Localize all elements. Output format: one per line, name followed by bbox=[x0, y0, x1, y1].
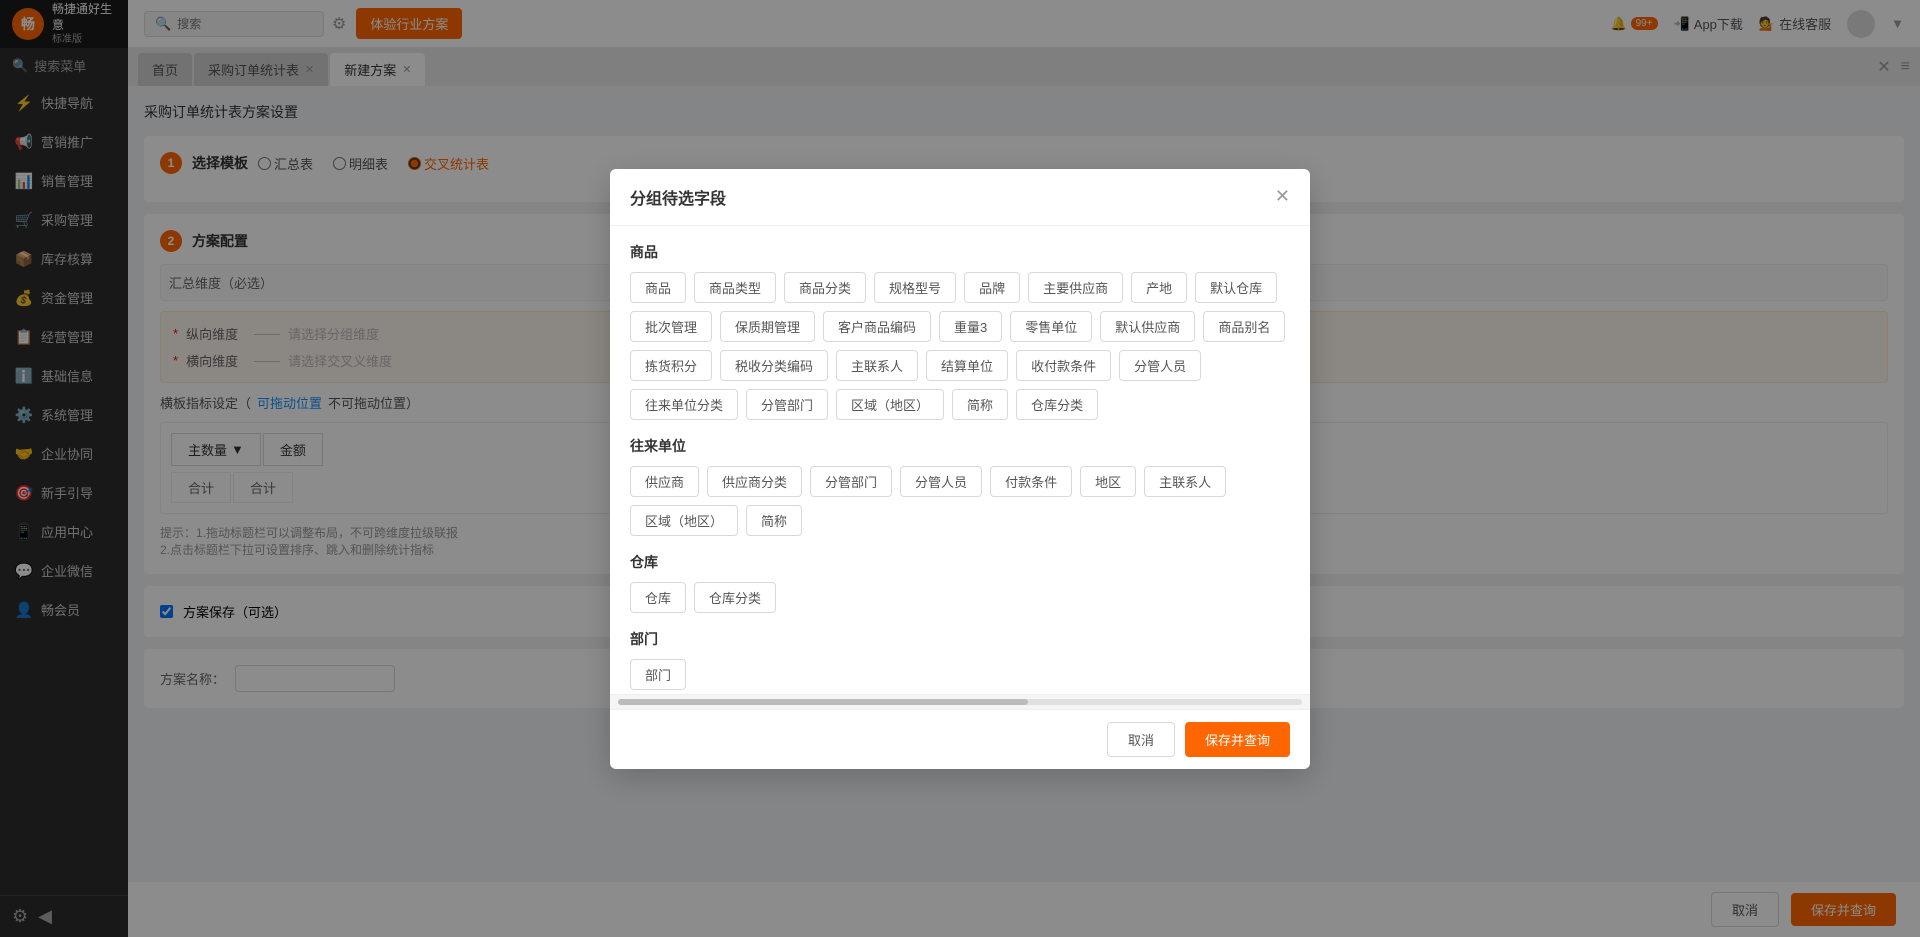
warehouse-field-tags: 仓库 仓库分类 bbox=[630, 582, 1290, 613]
tag-goods[interactable]: 商品 bbox=[630, 272, 686, 303]
section-warehouse: 仓库 仓库 仓库分类 bbox=[630, 552, 1290, 613]
tag-main-contact[interactable]: 主联系人 bbox=[836, 350, 918, 381]
tag-supplier-cat[interactable]: 供应商分类 bbox=[707, 466, 802, 497]
tag-payment-cond[interactable]: 付款条件 bbox=[990, 466, 1072, 497]
hscroll-thumb[interactable] bbox=[618, 699, 1028, 705]
partner-field-tags: 供应商 供应商分类 分管部门 分管人员 付款条件 地区 主联系人 区域（地区） … bbox=[630, 466, 1290, 536]
modal-cancel-btn[interactable]: 取消 bbox=[1107, 722, 1175, 757]
modal-footer: 取消 保存并查询 bbox=[610, 709, 1310, 769]
modal-header: 分组待选字段 ✕ bbox=[610, 169, 1310, 226]
tag-warehouse-cat2[interactable]: 仓库分类 bbox=[694, 582, 776, 613]
section-partner-title: 往来单位 bbox=[630, 436, 1290, 456]
modal-group-fields: 分组待选字段 ✕ 商品 商品 商品类型 商品分类 规格型号 品牌 主要供应商 产… bbox=[610, 169, 1310, 769]
tag-dept2[interactable]: 分管部门 bbox=[810, 466, 892, 497]
section-department-title: 部门 bbox=[630, 629, 1290, 649]
section-partner: 往来单位 供应商 供应商分类 分管部门 分管人员 付款条件 地区 主联系人 区域… bbox=[630, 436, 1290, 536]
tag-supplier[interactable]: 供应商 bbox=[630, 466, 699, 497]
tag-dept[interactable]: 部门 bbox=[630, 659, 686, 690]
tag-expiry-mgmt[interactable]: 保质期管理 bbox=[720, 311, 815, 342]
tag-region2[interactable]: 地区 bbox=[1080, 466, 1136, 497]
tag-customer-code[interactable]: 客户商品编码 bbox=[823, 311, 931, 342]
tag-warehouse-cat[interactable]: 仓库分类 bbox=[1016, 389, 1098, 420]
tag-goods-type[interactable]: 商品类型 bbox=[694, 272, 776, 303]
tag-from-unit-cat[interactable]: 往来单位分类 bbox=[630, 389, 738, 420]
tag-payment-terms[interactable]: 收付款条件 bbox=[1016, 350, 1111, 381]
tag-short-name[interactable]: 简称 bbox=[952, 389, 1008, 420]
tag-short-name2[interactable]: 简称 bbox=[746, 505, 802, 536]
section-department: 部门 部门 bbox=[630, 629, 1290, 690]
section-goods-title: 商品 bbox=[630, 242, 1290, 262]
tag-spec-type[interactable]: 规格型号 bbox=[874, 272, 956, 303]
modal-title: 分组待选字段 bbox=[630, 185, 726, 209]
department-field-tags: 部门 bbox=[630, 659, 1290, 690]
tag-batch-mgmt[interactable]: 批次管理 bbox=[630, 311, 712, 342]
modal-hscrollbar[interactable] bbox=[610, 694, 1310, 709]
tag-main-supplier[interactable]: 主要供应商 bbox=[1028, 272, 1123, 303]
tag-brand[interactable]: 品牌 bbox=[964, 272, 1020, 303]
section-warehouse-title: 仓库 bbox=[630, 552, 1290, 572]
hscroll-track[interactable] bbox=[618, 699, 1302, 705]
tag-origin[interactable]: 产地 bbox=[1131, 272, 1187, 303]
tag-warehouse[interactable]: 仓库 bbox=[630, 582, 686, 613]
modal-body: 商品 商品 商品类型 商品分类 规格型号 品牌 主要供应商 产地 默认仓库 批次… bbox=[610, 226, 1310, 694]
tag-managing-dept[interactable]: 分管部门 bbox=[746, 389, 828, 420]
tag-manager[interactable]: 分管人员 bbox=[1119, 350, 1201, 381]
tag-manager2[interactable]: 分管人员 bbox=[900, 466, 982, 497]
tag-goods-alias[interactable]: 商品别名 bbox=[1203, 311, 1285, 342]
modal-close-btn[interactable]: ✕ bbox=[1275, 186, 1290, 207]
goods-field-tags: 商品 商品类型 商品分类 规格型号 品牌 主要供应商 产地 默认仓库 批次管理 … bbox=[630, 272, 1290, 420]
tag-goods-category[interactable]: 商品分类 bbox=[784, 272, 866, 303]
tag-region-area[interactable]: 区域（地区） bbox=[836, 389, 944, 420]
tag-main-contact2[interactable]: 主联系人 bbox=[1144, 466, 1226, 497]
tag-default-warehouse[interactable]: 默认仓库 bbox=[1195, 272, 1277, 303]
tag-pickup-points[interactable]: 拣货积分 bbox=[630, 350, 712, 381]
modal-confirm-btn[interactable]: 保存并查询 bbox=[1185, 722, 1290, 757]
section-goods: 商品 商品 商品类型 商品分类 规格型号 品牌 主要供应商 产地 默认仓库 批次… bbox=[630, 242, 1290, 420]
tag-region-area2[interactable]: 区域（地区） bbox=[630, 505, 738, 536]
tag-retail-unit[interactable]: 零售单位 bbox=[1010, 311, 1092, 342]
tag-weight3[interactable]: 重量3 bbox=[939, 311, 1002, 342]
tag-tax-code[interactable]: 税收分类编码 bbox=[720, 350, 828, 381]
tag-settlement-unit[interactable]: 结算单位 bbox=[926, 350, 1008, 381]
tag-default-supplier[interactable]: 默认供应商 bbox=[1100, 311, 1195, 342]
